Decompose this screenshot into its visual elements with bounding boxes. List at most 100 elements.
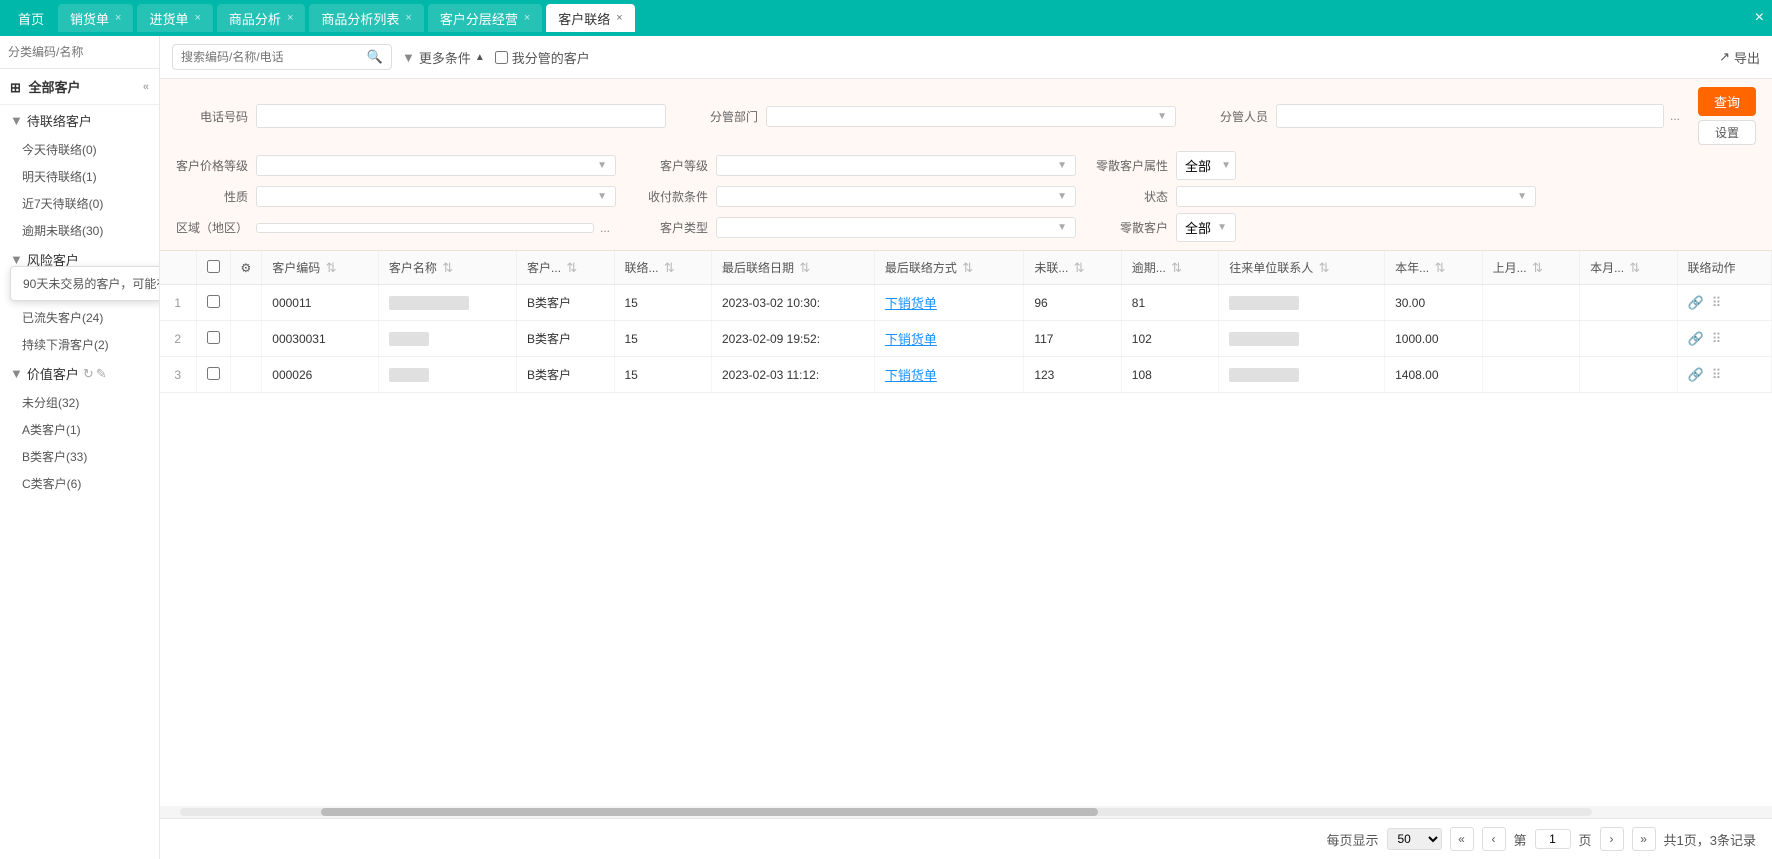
close-icon[interactable]: × (405, 12, 411, 24)
content-area: 🔍 ▼ 更多条件 ▲ 我分管的客户 ↗ 导出 电话号码 (160, 36, 1772, 859)
status-select[interactable]: ▼ (1176, 186, 1536, 207)
payment-select[interactable]: ▼ (716, 186, 1076, 207)
horizontal-scrollbar[interactable] (160, 806, 1772, 818)
tab-product-analysis[interactable]: 商品分析 × (217, 4, 305, 32)
tab-customer-contact[interactable]: 客户联络 × (546, 4, 634, 32)
sidebar-item-churned[interactable]: 已流失客户(24) (0, 304, 159, 331)
last-page-button[interactable]: » (1632, 827, 1656, 851)
customer-level-select[interactable]: ▼ (716, 155, 1076, 176)
grid-action-icon[interactable]: ⠿ (1712, 295, 1722, 311)
sidebar-item-declining[interactable]: 持续下滑客户(2) (0, 331, 159, 358)
refresh-icon[interactable]: ↻ (83, 366, 94, 382)
row-contact-count: 15 (614, 357, 711, 393)
my-customers-checkbox-label[interactable]: 我分管的客户 (495, 48, 590, 67)
collapse-icon[interactable]: « (143, 81, 149, 93)
row-this-month (1580, 285, 1677, 321)
row-index: 1 (160, 285, 196, 321)
col-customer-code[interactable]: 客户编码 ⇅ (262, 251, 379, 285)
grid-action-icon[interactable]: ⠿ (1712, 331, 1722, 347)
scrollbar-track[interactable] (180, 808, 1592, 816)
region-select[interactable] (256, 223, 594, 233)
all-customers-item[interactable]: ⊞ 全部客户 « (0, 69, 159, 105)
col-last-contact-method[interactable]: 最后联络方式 ⇅ (874, 251, 1023, 285)
sidebar-section-pending-contact[interactable]: ▼ 待联络客户 (0, 105, 159, 136)
manager-more-btn[interactable]: ... (1664, 109, 1686, 123)
sidebar-item-overdue-contact[interactable]: 逾期未联络(30) (0, 217, 159, 244)
manager-input[interactable] (1276, 104, 1664, 128)
sidebar-item-today-pending[interactable]: 今天待联络(0) (0, 136, 159, 163)
phone-input[interactable] (256, 104, 666, 128)
more-conditions-btn[interactable]: ▼ 更多条件 ▲ (402, 48, 485, 67)
close-icon[interactable]: × (194, 12, 200, 24)
sidebar-item-7days-pending[interactable]: 近7天待联络(0) (0, 190, 159, 217)
page-label: 第 (1514, 830, 1527, 849)
first-page-button[interactable]: « (1450, 827, 1474, 851)
table-row: 1 000011 ██████ B类客户 15 2023-03-02 10:30… (160, 285, 1772, 321)
sidebar-item-class-a[interactable]: A类客户(1) (0, 416, 159, 443)
link-action-icon[interactable]: 🔗 (1688, 331, 1704, 347)
sidebar-item-class-b[interactable]: B类客户(33) (0, 443, 159, 470)
contact-method-link[interactable]: 下销货单 (885, 296, 937, 311)
col-unit-contact[interactable]: 往来单位联系人 ⇅ (1219, 251, 1385, 285)
row-checkbox[interactable] (207, 295, 220, 308)
grid-action-icon[interactable]: ⠿ (1712, 367, 1722, 383)
row-checkbox-cell (196, 357, 230, 393)
tab-sales-order[interactable]: 销货单 × (58, 4, 133, 32)
col-overdue[interactable]: 逾期... ⇅ (1121, 251, 1218, 285)
sidebar-search-input[interactable] (8, 45, 160, 59)
price-level-select[interactable]: ▼ (256, 155, 616, 176)
edit-icon[interactable]: ✎ (96, 366, 107, 382)
scrollbar-thumb[interactable] (321, 808, 1098, 816)
col-this-month[interactable]: 本月... ⇅ (1580, 251, 1677, 285)
dept-select[interactable]: ▼ (766, 106, 1176, 127)
row-checkbox[interactable] (207, 367, 220, 380)
close-icon[interactable]: × (115, 12, 121, 24)
search-icon[interactable]: 🔍 (367, 49, 383, 65)
col-customer-name[interactable]: 客户名称 ⇅ (378, 251, 516, 285)
page-size-select[interactable]: 50 100 (1387, 828, 1442, 850)
region-more-btn[interactable]: ... (594, 221, 616, 235)
query-button[interactable]: 查询 (1698, 87, 1756, 116)
export-button[interactable]: ↗ 导出 (1719, 48, 1760, 67)
retail-customer-select[interactable]: 全部 ▼ (1176, 213, 1236, 242)
sidebar-item-tomorrow-pending[interactable]: 明天待联络(1) (0, 163, 159, 190)
link-action-icon[interactable]: 🔗 (1688, 295, 1704, 311)
row-checkbox[interactable] (207, 331, 220, 344)
col-contact[interactable]: 联络... ⇅ (614, 251, 711, 285)
close-icon[interactable]: × (287, 12, 293, 24)
global-close-button[interactable]: × (1755, 9, 1764, 27)
customer-type-label: 客户类型 (636, 219, 716, 236)
link-action-icon[interactable]: 🔗 (1688, 367, 1704, 383)
tab-customer-layering[interactable]: 客户分层经营 × (428, 4, 542, 32)
sidebar-item-class-c[interactable]: C类客户(6) (0, 470, 159, 497)
col-settings[interactable]: ⚙ (230, 251, 262, 285)
filter-phone: 电话号码 (176, 104, 666, 128)
col-this-year[interactable]: 本年... ⇅ (1385, 251, 1482, 285)
home-tab[interactable]: 首页 (8, 9, 54, 28)
retail-attr-select[interactable]: 全部 ▼ (1176, 151, 1236, 180)
sidebar-section-value-customers[interactable]: ▼ 价值客户 ↻ ✎ (0, 358, 159, 389)
next-page-button[interactable]: › (1600, 827, 1624, 851)
col-last-month[interactable]: 上月... ⇅ (1482, 251, 1579, 285)
col-uncontacted[interactable]: 未联... ⇅ (1024, 251, 1121, 285)
col-last-contact-date[interactable]: 最后联络日期 ⇅ (711, 251, 874, 285)
row-index: 3 (160, 357, 196, 393)
tab-purchase-order[interactable]: 进货单 × (137, 4, 212, 32)
contact-method-link[interactable]: 下销货单 (885, 332, 937, 347)
col-customer-type[interactable]: 客户... ⇅ (517, 251, 614, 285)
tab-product-analysis-list[interactable]: 商品分析列表 × (309, 4, 423, 32)
page-number-input[interactable] (1535, 829, 1571, 849)
prev-page-button[interactable]: ‹ (1482, 827, 1506, 851)
customer-type-select[interactable]: ▼ (716, 217, 1076, 238)
filter-manager: 分管人员 ... (1196, 104, 1686, 128)
search-input[interactable] (181, 50, 361, 64)
sidebar-item-ungrouped[interactable]: 未分组(32) (0, 389, 159, 416)
select-all-checkbox[interactable] (207, 260, 220, 273)
close-icon[interactable]: × (616, 12, 622, 24)
my-customers-checkbox[interactable] (495, 51, 508, 64)
contact-method-link[interactable]: 下销货单 (885, 368, 937, 383)
settings-button[interactable]: 设置 (1698, 120, 1756, 145)
close-icon[interactable]: × (524, 12, 530, 24)
page-size-label: 每页显示 (1326, 830, 1378, 849)
nature-select[interactable]: ▼ (256, 186, 616, 207)
